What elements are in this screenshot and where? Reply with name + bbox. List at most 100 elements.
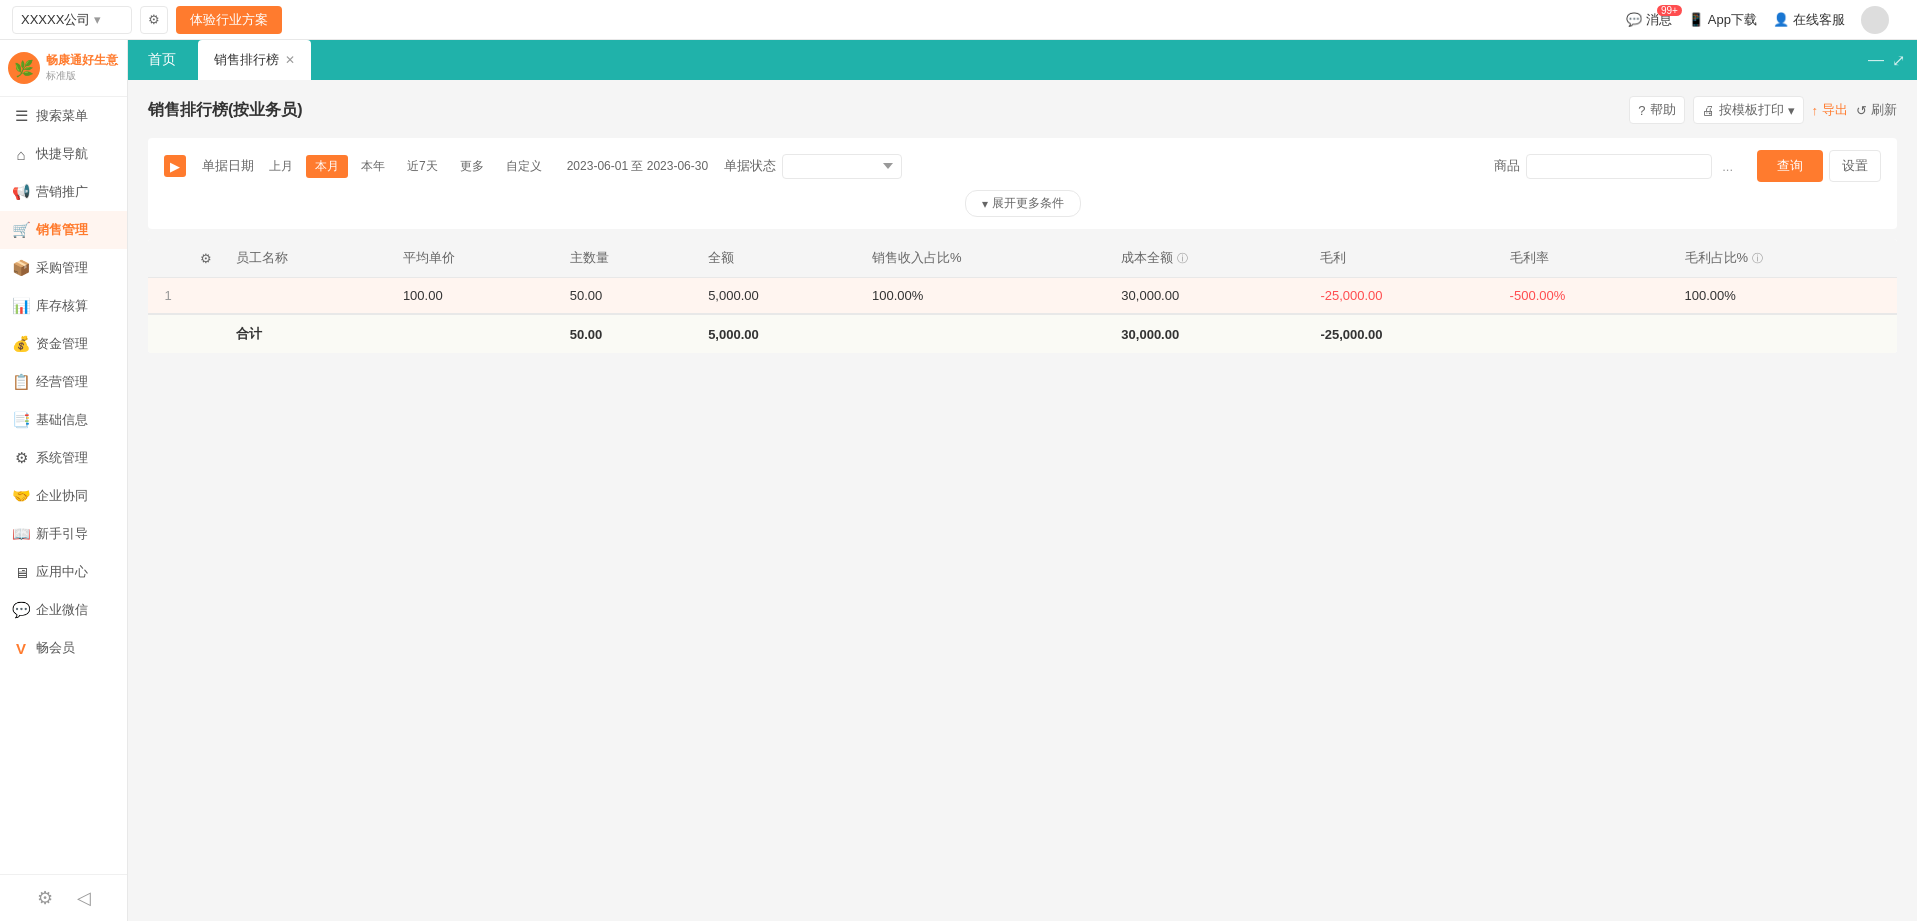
footer-empty-rank [148, 314, 188, 353]
cell-name [224, 278, 391, 315]
tab-close-icon[interactable]: ✕ [285, 53, 295, 67]
sidebar-settings-button[interactable]: ⚙ [29, 883, 61, 913]
sidebar-item-quick-nav[interactable]: ⌂ 快捷导航 [0, 135, 127, 173]
date-tab-custom[interactable]: 自定义 [497, 155, 551, 178]
app-center-icon: 🖥 [12, 563, 30, 581]
footer-avg-price [391, 314, 558, 353]
search-menu-icon: ☰ [12, 107, 30, 125]
purchase-icon: 📦 [12, 259, 30, 277]
finance-icon: 💰 [12, 335, 30, 353]
help-icon: ? [1638, 103, 1645, 118]
date-tab-7days[interactable]: 近7天 [398, 155, 447, 178]
guide-icon: 📖 [12, 525, 30, 543]
sidebar-item-guide[interactable]: 📖 新手引导 [0, 515, 127, 553]
page-title: 销售排行榜(按业务员) [148, 100, 303, 121]
goods-filter-input[interactable] [1526, 154, 1712, 179]
setting-button[interactable]: 设置 [1829, 150, 1881, 182]
topbar-settings-button[interactable]: ⚙ [140, 6, 168, 34]
export-label: 导出 [1822, 101, 1848, 119]
export-icon: ↑ [1812, 103, 1819, 118]
date-tab-more[interactable]: 更多 [451, 155, 493, 178]
footer-gross: -25,000.00 [1308, 314, 1497, 353]
filter-collapse-button[interactable]: ▶ [164, 155, 186, 177]
sidebar-item-app-center[interactable]: 🖥 应用中心 [0, 553, 127, 591]
app-label: App下载 [1708, 11, 1757, 29]
cell-setting [188, 278, 224, 315]
col-header-amount: 全额 [696, 239, 860, 278]
app-download-button[interactable]: 📱 App下载 [1688, 11, 1757, 29]
col-header-gross: 毛利 [1308, 239, 1497, 278]
export-button[interactable]: ↑ 导出 [1812, 101, 1849, 119]
sidebar-item-inventory[interactable]: 📊 库存核算 [0, 287, 127, 325]
wechat-icon: 💬 [12, 601, 30, 619]
sidebar-item-wechat[interactable]: 💬 企业微信 [0, 591, 127, 629]
brand-logo-area: 🌿 畅康通好生意 标准版 [0, 40, 127, 97]
refresh-label: 刷新 [1871, 101, 1897, 119]
table-header-row: ⚙ 员工名称 平均单价 主数量 全额 销售收入占比% 成本全额 ⓘ 毛利 毛利率 [148, 239, 1897, 278]
col-header-setting[interactable]: ⚙ [188, 239, 224, 278]
col-header-quantity: 主数量 [558, 239, 696, 278]
tab-sales-ranking[interactable]: 销售排行榜 ✕ [198, 40, 311, 80]
col-header-avg-price: 平均单价 [391, 239, 558, 278]
status-filter-select[interactable] [782, 154, 902, 179]
refresh-icon: ↺ [1856, 103, 1867, 118]
print-button[interactable]: 🖨 按模板打印 ▾ [1693, 96, 1804, 124]
tab-minimize-icon[interactable]: — [1868, 51, 1884, 69]
gross-pct-info-icon[interactable]: ⓘ [1752, 252, 1763, 264]
app-icon: 📱 [1688, 12, 1704, 27]
company-selector[interactable]: XXXXX公司 ▾ [12, 6, 132, 34]
brand-icon: 🌿 [8, 52, 40, 84]
date-tab-last-month[interactable]: 上月 [260, 155, 302, 178]
cost-info-icon[interactable]: ⓘ [1177, 252, 1188, 264]
sidebar-item-cooperation[interactable]: 🤝 企业协同 [0, 477, 127, 515]
online-service-button[interactable]: 👤 在线客服 [1773, 11, 1845, 29]
sidebar-label-purchase: 采购管理 [36, 259, 88, 277]
service-label: 在线客服 [1793, 11, 1845, 29]
tab-maximize-icon[interactable]: ⤢ [1892, 51, 1905, 70]
cell-avg-price: 100.00 [391, 278, 558, 315]
sidebar-label-cooperation: 企业协同 [36, 487, 88, 505]
expand-more-button[interactable]: ▾ 展开更多条件 [965, 190, 1081, 217]
cell-amount: 5,000.00 [696, 278, 860, 315]
quick-nav-icon: ⌂ [12, 145, 30, 163]
sidebar-item-vip[interactable]: V 畅会员 [0, 629, 127, 667]
sales-icon: 🛒 [12, 221, 30, 239]
sidebar-item-search-menu[interactable]: ☰ 搜索菜单 [0, 97, 127, 135]
message-button[interactable]: 💬 消息 99+ [1626, 11, 1672, 29]
tab-home-label: 首页 [148, 51, 176, 69]
goods-more-icon[interactable]: ... [1722, 159, 1733, 174]
col-header-gross-rate: 毛利率 [1498, 239, 1673, 278]
date-tab-this-month[interactable]: 本月 [306, 155, 348, 178]
date-tab-this-year[interactable]: 本年 [352, 155, 394, 178]
table-footer-row: 合计 50.00 5,000.00 30,000.00 -25,000.00 [148, 314, 1897, 353]
query-button[interactable]: 查询 [1757, 150, 1823, 182]
expand-icon: ▾ [982, 197, 988, 211]
sidebar-label-marketing: 营销推广 [36, 183, 88, 201]
print-label: 按模板打印 [1719, 101, 1784, 119]
footer-gross-rate [1498, 314, 1673, 353]
tab-home[interactable]: 首页 [128, 40, 196, 80]
sidebar-item-purchase[interactable]: 📦 采购管理 [0, 249, 127, 287]
try-industry-button[interactable]: 体验行业方案 [176, 6, 282, 34]
cell-gross: -25,000.00 [1308, 278, 1497, 315]
brand-sub: 标准版 [46, 69, 118, 83]
sidebar-item-finance[interactable]: 💰 资金管理 [0, 325, 127, 363]
sidebar-item-marketing[interactable]: 📢 营销推广 [0, 173, 127, 211]
sidebar-item-basic-info[interactable]: 📑 基础信息 [0, 401, 127, 439]
goods-filter-label: 商品 [1494, 157, 1520, 175]
cooperation-icon: 🤝 [12, 487, 30, 505]
system-icon: ⚙ [12, 449, 30, 467]
marketing-icon: 📢 [12, 183, 30, 201]
help-button[interactable]: ? 帮助 [1629, 96, 1684, 124]
footer-quantity: 50.00 [558, 314, 696, 353]
sidebar-item-sales[interactable]: 🛒 销售管理 [0, 211, 127, 249]
footer-label: 合计 [224, 314, 391, 353]
sidebar-collapse-button[interactable]: ◁ [69, 883, 99, 913]
table-row: 1 100.00 50.00 5,000.00 100.00% 30,000.0… [148, 278, 1897, 315]
sidebar-item-system[interactable]: ⚙ 系统管理 [0, 439, 127, 477]
avatar[interactable] [1861, 6, 1889, 34]
print-dropdown-icon: ▾ [1788, 103, 1795, 118]
cell-gross-rate: -500.00% [1498, 278, 1673, 315]
refresh-button[interactable]: ↺ 刷新 [1856, 101, 1897, 119]
sidebar-item-operations[interactable]: 📋 经营管理 [0, 363, 127, 401]
